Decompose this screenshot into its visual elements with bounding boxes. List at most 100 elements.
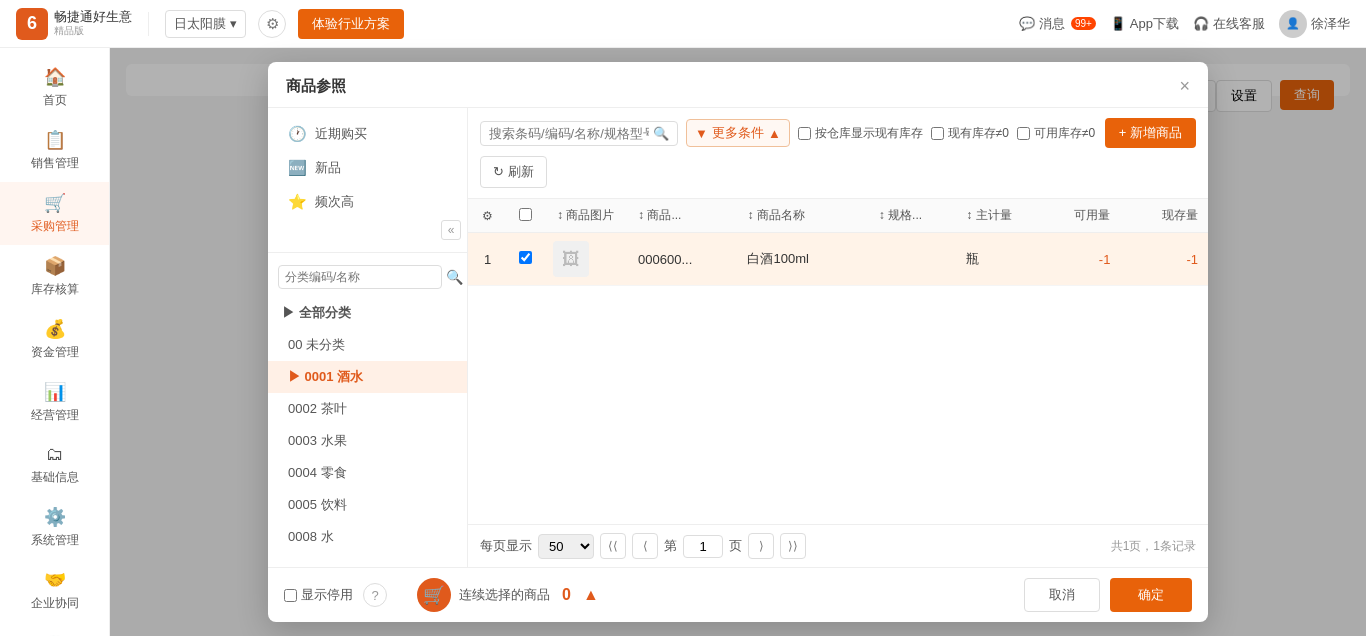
page-total: 共1页，1条记录 [1111,538,1196,555]
last-page-button[interactable]: ⟩⟩ [780,533,806,559]
show-disabled-label[interactable]: 显示停用 [284,586,353,604]
category-search-button[interactable]: 🔍 [446,269,463,285]
frequent-item[interactable]: ⭐ 频次高 [274,186,461,218]
sidebar-item-guide[interactable]: 📖 新手引导 [0,622,109,636]
sidebar-item-inventory[interactable]: 📦 库存核算 [0,245,109,308]
category-list: ▶ 全部分类 00 未分类 ▶ 0001 酒水 0002 茶叶 0003 水果 … [268,293,467,557]
row-checkbox[interactable] [519,251,532,264]
category-item-00[interactable]: 00 未分类 [268,329,467,361]
logo-line1: 畅捷通好生意 [54,9,132,25]
category-item-0008[interactable]: 0008 水 [268,521,467,553]
recent-label: 近期购买 [315,125,367,143]
category-item-0001[interactable]: ▶ 0001 酒水 [268,361,467,393]
col-header-name[interactable]: ↕ 商品名称 [737,199,868,233]
nonzero-checkbox-label[interactable]: 现有库存≠0 [931,125,1009,142]
sidebar-item-finance[interactable]: 💰 资金管理 [0,308,109,371]
filter-button[interactable]: ▼ 更多条件 ▲ [686,119,790,147]
quick-access-section: 🕐 近期购买 🆕 新品 ⭐ 频次高 [268,118,467,253]
filter-icon: ▼ [695,126,708,141]
nav-divider [148,12,149,36]
sidebar-item-purchase[interactable]: 🛒 采购管理 [0,182,109,245]
dialog-header: 商品参照 × [268,62,1208,108]
refresh-button[interactable]: ↻ 刷新 [480,156,547,188]
cart-count: 0 [562,586,571,604]
col-header-img[interactable]: ↕ 商品图片 [543,199,628,233]
show-disabled-checkbox[interactable] [284,589,297,602]
new-product-item[interactable]: 🆕 新品 [274,152,461,184]
col-header-settings[interactable]: ⚙ [468,199,507,233]
category-item-0005[interactable]: 0005 饮料 [268,489,467,521]
warehouse-label: 按仓库显示现有库存 [815,125,923,142]
available-checkbox[interactable] [1017,127,1030,140]
per-page-label: 每页显示 [480,537,532,555]
new-label: 新品 [315,159,341,177]
warehouse-checkbox[interactable] [798,127,811,140]
col-header-avail[interactable]: 可用量 [1033,199,1121,233]
store-selector[interactable]: 日太阳膜 ▾ [165,10,246,38]
prev-page-button[interactable]: ⟨ [632,533,658,559]
product-search-input[interactable] [489,126,649,141]
purchase-icon: 🛒 [44,192,66,214]
collapse-button[interactable]: « [441,220,461,240]
cancel-button[interactable]: 取消 [1024,578,1100,612]
logo-icon: 6 [16,8,48,40]
page-input[interactable] [683,535,723,558]
cart-toggle-icon[interactable]: ▲ [583,586,599,604]
category-item-0010[interactable]: 0010 家电 [268,553,467,557]
product-image: 🖼 [553,241,589,277]
table-row[interactable]: 1 🖼 000600... 白酒100ml 瓶 [468,233,1208,286]
sidebar-item-coop[interactable]: 🤝 企业协同 [0,559,109,622]
store-name: 日太阳膜 [174,15,226,33]
sidebar-item-system[interactable]: ⚙️ 系统管理 [0,496,109,559]
chevron-down-icon: ▾ [230,16,237,31]
col-header-spec[interactable]: ↕ 规格... [869,199,957,233]
warehouse-checkbox-label[interactable]: 按仓库显示现有库存 [798,125,923,142]
category-item-0004[interactable]: 0004 零食 [268,457,467,489]
app-download-item[interactable]: 📱 App下载 [1110,15,1179,33]
category-search-input[interactable] [278,265,442,289]
sidebar-label-purchase: 采购管理 [31,218,79,235]
nonzero-checkbox[interactable] [931,127,944,140]
close-button[interactable]: × [1179,76,1190,97]
trial-button[interactable]: 体验行业方案 [298,9,404,39]
service-label: 在线客服 [1213,15,1265,33]
col-header-unit[interactable]: ↕ 主计量 [956,199,1033,233]
col-header-stock[interactable]: 现存量 [1120,199,1208,233]
category-item-all[interactable]: ▶ 全部分类 [268,297,467,329]
logo-line2: 精品版 [54,24,132,38]
row-check[interactable] [507,233,543,286]
product-search-box[interactable]: 🔍 [480,121,678,146]
sidebar-label-management: 经营管理 [31,407,79,424]
row-num: 1 [468,233,507,286]
available-checkbox-label[interactable]: 可用库存≠0 [1017,125,1095,142]
finance-icon: 💰 [44,318,66,340]
sidebar-label-inventory: 库存核算 [31,281,79,298]
right-panel: 🔍 ▼ 更多条件 ▲ 按仓库显示现有库存 [468,108,1208,567]
select-all-checkbox[interactable] [519,208,532,221]
recent-purchase-item[interactable]: 🕐 近期购买 [274,118,461,150]
first-page-button[interactable]: ⟨⟨ [600,533,626,559]
sidebar-item-home[interactable]: 🏠 首页 [0,56,109,119]
dialog-body: 🕐 近期购买 🆕 新品 ⭐ 频次高 [268,108,1208,567]
message-item[interactable]: 💬 消息 99+ [1019,15,1096,33]
col-header-check[interactable] [507,199,543,233]
confirm-button[interactable]: 确定 [1110,578,1192,612]
category-item-0003[interactable]: 0003 水果 [268,425,467,457]
dialog-footer: 显示停用 ? 🛒 连续选择的商品 0 ▲ 取消 确定 [268,567,1208,622]
product-table-area: ⚙ ↕ 商品图片 ↕ 商品... [468,199,1208,524]
toolbar: 🔍 ▼ 更多条件 ▲ 按仓库显示现有库存 [468,108,1208,199]
gear-icon[interactable]: ⚙ [258,10,286,38]
category-item-0002[interactable]: 0002 茶叶 [268,393,467,425]
sidebar-item-sales[interactable]: 📋 销售管理 [0,119,109,182]
user-item[interactable]: 👤 徐泽华 [1279,10,1350,38]
per-page-select[interactable]: 50 10 20 100 [538,534,594,559]
help-icon[interactable]: ? [363,583,387,607]
guide-icon: 📖 [44,632,66,636]
add-product-button[interactable]: + 新增商品 [1105,118,1196,148]
sidebar-item-basic[interactable]: 🗂 基础信息 [0,434,109,496]
sidebar-item-management[interactable]: 📊 经营管理 [0,371,109,434]
service-item[interactable]: 🎧 在线客服 [1193,15,1265,33]
home-icon: 🏠 [44,66,66,88]
col-header-code[interactable]: ↕ 商品... [628,199,737,233]
next-page-button[interactable]: ⟩ [748,533,774,559]
